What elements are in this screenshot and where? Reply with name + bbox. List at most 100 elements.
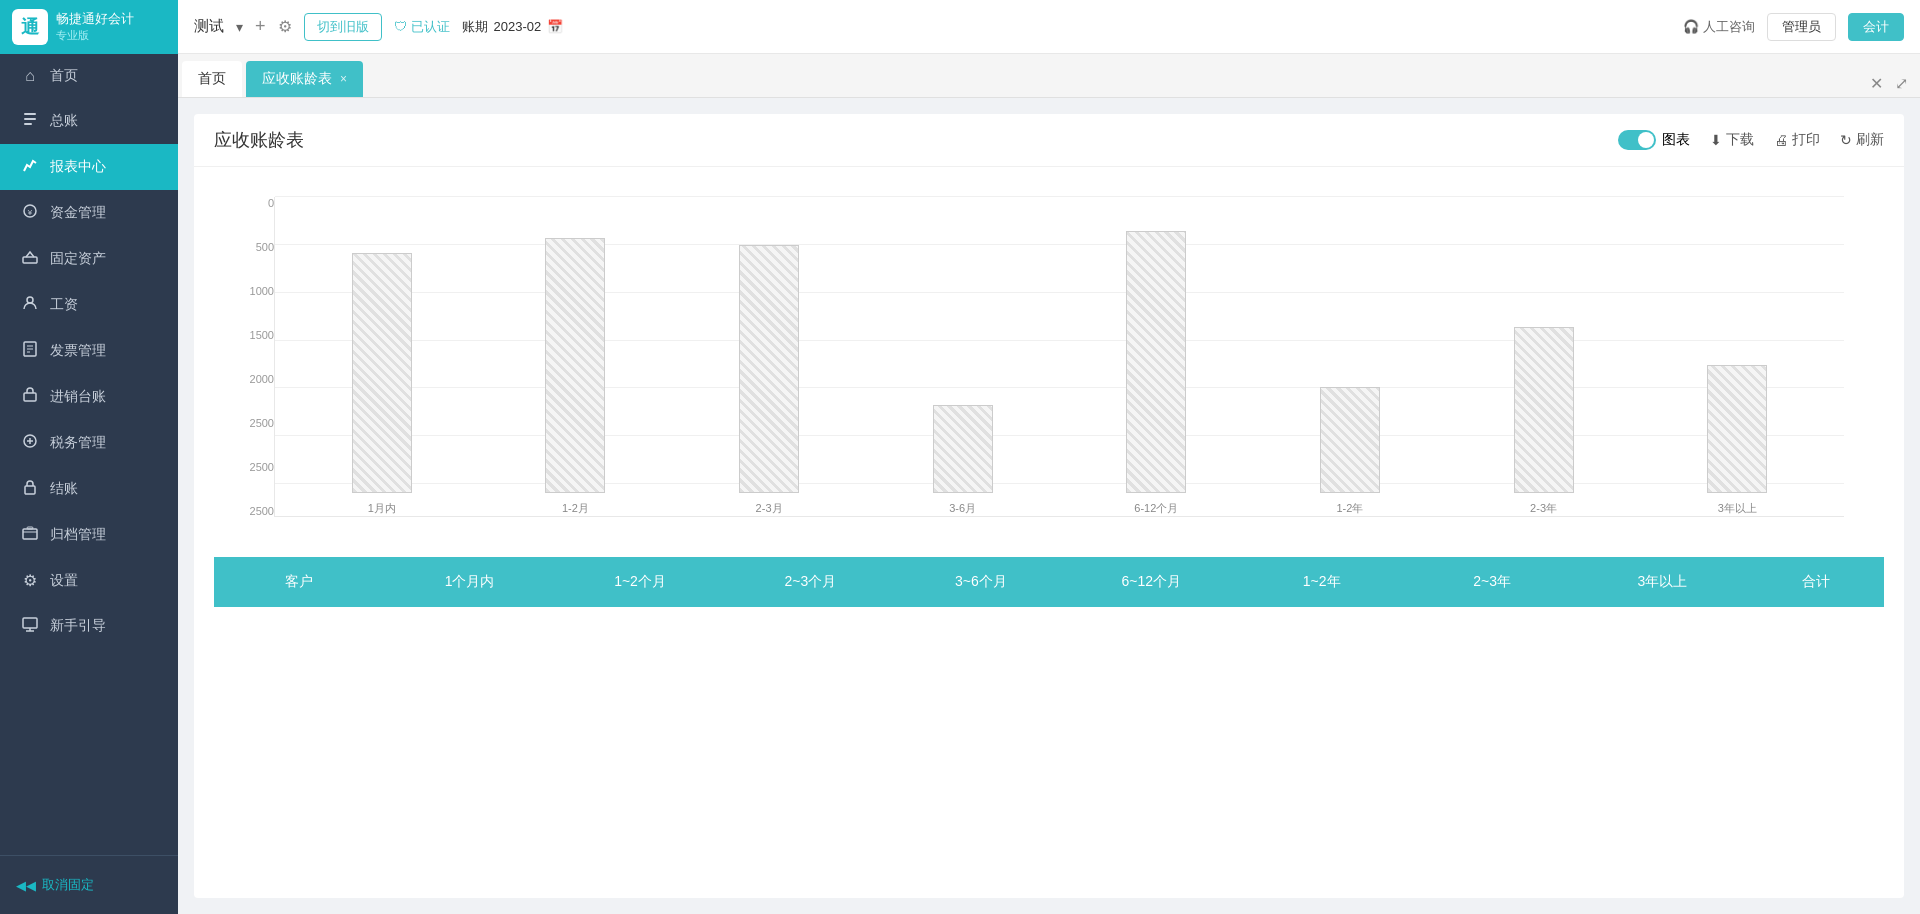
topbar-right: 🎧 人工咨询 管理员 会计 [1683, 13, 1904, 41]
table-header-row: 客户 1个月内 1~2个月 2~3个月 3~6个月 6~12个月 1~2年 2~… [214, 557, 1884, 607]
sidebar-item-guide[interactable]: 新手引导 [0, 603, 178, 649]
sidebar-item-close[interactable]: 结账 [0, 466, 178, 512]
th-3-6month: 3~6个月 [896, 557, 1066, 607]
chart-area: 2500 2500 2500 2000 1500 1000 500 0 [194, 167, 1904, 898]
period-label: 账期 [462, 18, 488, 36]
topbar: 测试 ▾ + ⚙ 切到旧版 🛡 已认证 账期 2023-02 📅 🎧 人工咨询 … [178, 0, 1920, 54]
invoice-icon [20, 341, 40, 361]
tab-expand-btn[interactable]: ⤢ [1895, 74, 1908, 93]
add-company-btn[interactable]: + [255, 16, 266, 37]
th-3year-plus: 3年以上 [1577, 557, 1747, 607]
payroll-icon [20, 295, 40, 315]
chart-container: 2500 2500 2500 2000 1500 1000 500 0 [214, 177, 1884, 557]
bar-group-8: 3年以上 [1707, 365, 1767, 516]
report-title: 应收账龄表 [214, 128, 304, 152]
bar-group-4: 3-6月 [933, 405, 993, 516]
aging-tab-label: 应收账龄表 [262, 70, 332, 88]
svg-rect-18 [27, 527, 33, 529]
bar-group-1: 1月内 [352, 253, 412, 516]
cancel-fixed-icon: ◀◀ [16, 878, 36, 893]
svg-rect-1 [24, 118, 36, 120]
company-dropdown-icon[interactable]: ▾ [236, 19, 243, 35]
sidebar-label-invoice: 发票管理 [50, 342, 106, 360]
svg-rect-16 [23, 529, 37, 539]
tab-aging-report[interactable]: 应收账龄表 × [246, 61, 363, 97]
tab-home[interactable]: 首页 [182, 61, 242, 97]
report-icon [20, 157, 40, 177]
logo-icon: 通 [12, 9, 48, 45]
cancel-fixed-btn[interactable]: ◀◀ 取消固定 [0, 866, 178, 904]
th-1month: 1个月内 [384, 557, 554, 607]
sidebar-item-inventory[interactable]: 进销台账 [0, 374, 178, 420]
inventory-icon [20, 387, 40, 407]
home-icon: ⌂ [20, 67, 40, 85]
bar-2-3year [1514, 327, 1574, 493]
certified-label: 已认证 [411, 18, 450, 36]
sidebar-item-invoice[interactable]: 发票管理 [0, 328, 178, 374]
table-header: 客户 1个月内 1~2个月 2~3个月 3~6个月 6~12个月 1~2年 2~… [214, 557, 1884, 607]
sidebar-item-asset[interactable]: 固定资产 [0, 236, 178, 282]
sidebar-item-fund[interactable]: ¥ 资金管理 [0, 190, 178, 236]
ledger-icon [20, 111, 40, 131]
bar-label-3year-plus: 3年以上 [1718, 501, 1757, 516]
y-label-500: 1500 [250, 329, 274, 341]
sidebar-item-home[interactable]: ⌂ 首页 [0, 54, 178, 98]
sidebar-item-payroll[interactable]: 工资 [0, 282, 178, 328]
tab-close-btn[interactable]: ✕ [1870, 74, 1883, 93]
content-area: 应收账龄表 图表 ⬇ 下载 🖨 打印 ↻ [178, 98, 1920, 914]
sidebar-item-archive[interactable]: 归档管理 [0, 512, 178, 558]
download-label: 下载 [1726, 131, 1754, 149]
service-label: 人工咨询 [1703, 18, 1755, 36]
sidebar-label-report: 报表中心 [50, 158, 106, 176]
download-btn[interactable]: ⬇ 下载 [1710, 131, 1754, 149]
headset-icon: 🎧 [1683, 19, 1699, 34]
bar-3year-plus [1707, 365, 1767, 493]
bar-label-3-6month: 3-6月 [949, 501, 976, 516]
refresh-label: 刷新 [1856, 131, 1884, 149]
sidebar: 通 畅捷通好会计 专业版 ⌂ 首页 总账 报表中心 ¥ 资金管理 [0, 0, 178, 914]
bar-label-1-2year: 1-2年 [1336, 501, 1363, 516]
y-label-1000: 2000 [250, 373, 274, 385]
bar-1month [352, 253, 412, 493]
sidebar-item-tax[interactable]: 税务管理 [0, 420, 178, 466]
sidebar-label-settings: 设置 [50, 572, 78, 590]
refresh-btn[interactable]: ↻ 刷新 [1840, 131, 1884, 149]
switch-version-btn[interactable]: 切到旧版 [304, 13, 382, 41]
accountant-btn[interactable]: 会计 [1848, 13, 1904, 41]
svg-point-6 [27, 297, 33, 303]
tabs-bar: 首页 应收账龄表 × ✕ ⤢ [178, 54, 1920, 98]
th-1-2month: 1~2个月 [555, 557, 725, 607]
th-2-3year: 2~3年 [1407, 557, 1577, 607]
tabs-right-actions: ✕ ⤢ [1858, 74, 1920, 97]
sidebar-item-report[interactable]: 报表中心 [0, 144, 178, 190]
bar-label-1month: 1月内 [368, 501, 396, 516]
fund-icon: ¥ [20, 203, 40, 223]
chart-toggle-switch[interactable] [1618, 130, 1656, 150]
service-btn[interactable]: 🎧 人工咨询 [1683, 18, 1755, 36]
th-customer: 客户 [214, 557, 384, 607]
y-label-2500: 2500 [250, 505, 274, 517]
th-6-12month: 6~12个月 [1066, 557, 1236, 607]
svg-rect-2 [24, 123, 32, 125]
sidebar-label-home: 首页 [50, 67, 78, 85]
tab-close-icon[interactable]: × [340, 72, 347, 86]
settings-icon: ⚙ [20, 571, 40, 590]
th-2-3month: 2~3个月 [725, 557, 895, 607]
print-btn[interactable]: 🖨 打印 [1774, 131, 1820, 149]
period-value: 2023-02 [494, 19, 542, 34]
sidebar-item-ledger[interactable]: 总账 [0, 98, 178, 144]
sidebar-label-tax: 税务管理 [50, 434, 106, 452]
calendar-icon[interactable]: 📅 [547, 19, 563, 34]
archive-icon [20, 525, 40, 545]
manager-btn[interactable]: 管理员 [1767, 13, 1836, 41]
bar-2-3month [739, 245, 799, 493]
settings-gear-icon[interactable]: ⚙ [278, 17, 292, 36]
chart-toggle-label: 图表 [1662, 131, 1690, 149]
sidebar-item-settings[interactable]: ⚙ 设置 [0, 558, 178, 603]
sidebar-logo: 通 畅捷通好会计 专业版 [0, 0, 178, 54]
bar-1-2month [545, 238, 605, 493]
sidebar-label-ledger: 总账 [50, 112, 78, 130]
bar-group-5: 6-12个月 [1126, 231, 1186, 516]
shield-icon: 🛡 [394, 19, 407, 34]
refresh-icon: ↻ [1840, 132, 1852, 148]
